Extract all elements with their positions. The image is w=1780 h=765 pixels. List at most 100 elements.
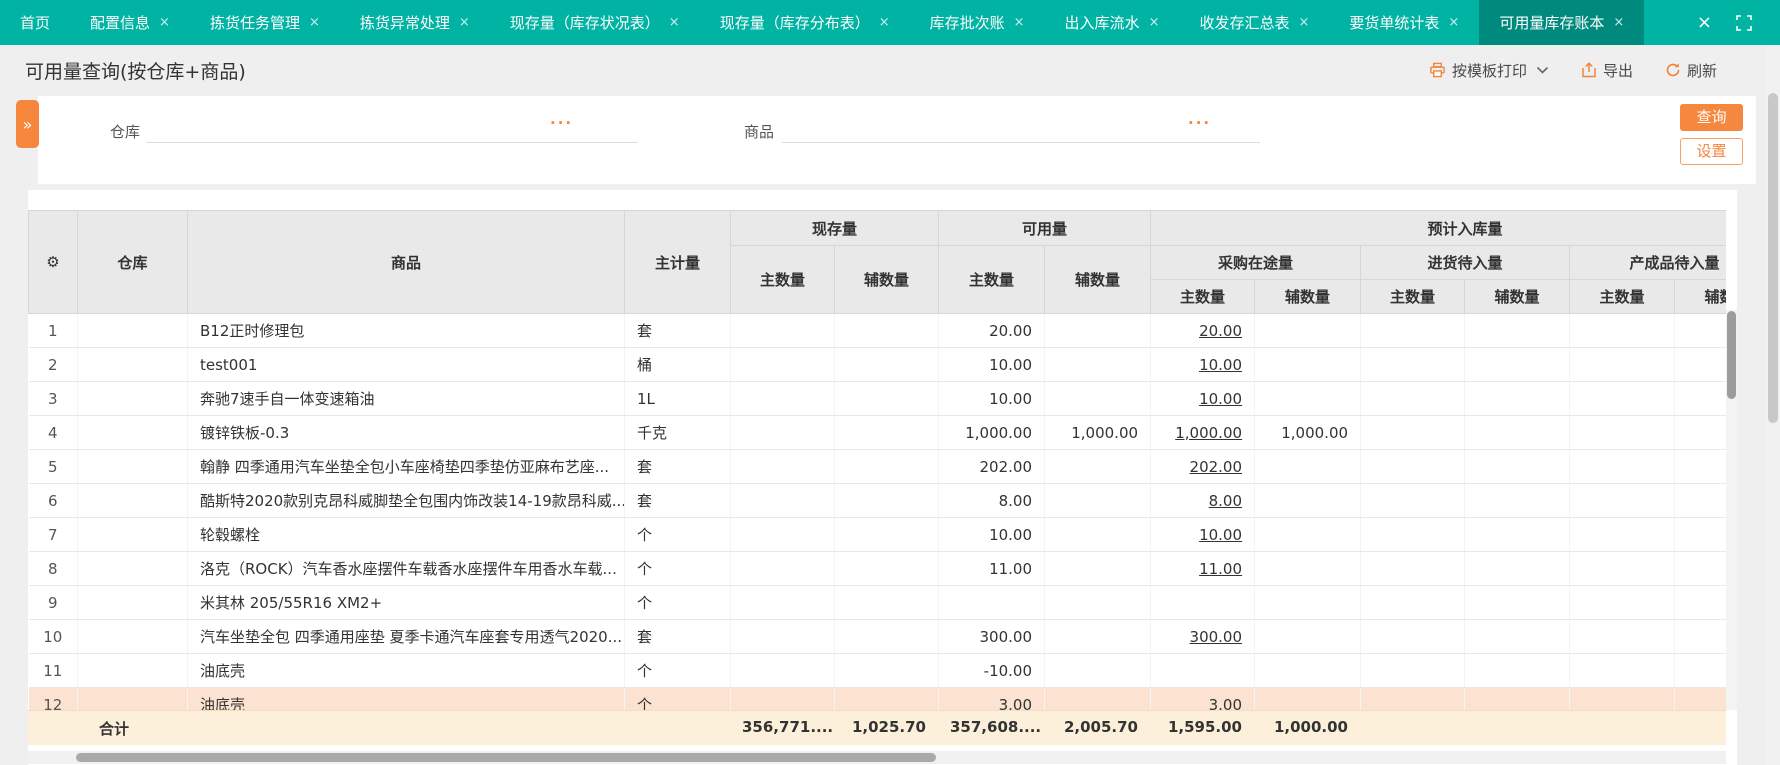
nav-tab[interactable]: 可用量库存账本 × <box>1479 0 1645 45</box>
col-header-purchase-main-qty[interactable]: 主数量 <box>1150 279 1256 314</box>
query-button[interactable]: 查询 <box>1680 104 1743 131</box>
col-header-finished-aux-qty[interactable]: 辅数量 <box>1674 279 1726 314</box>
nav-tab[interactable]: 收发存汇总表 × <box>1179 0 1329 45</box>
tab-close-icon[interactable]: × <box>1298 15 1309 30</box>
tab-close-icon[interactable]: × <box>459 15 470 30</box>
cell-finished-aux <box>1674 551 1726 586</box>
product-picker-ellipsis-button[interactable]: ··· <box>1188 114 1211 132</box>
page-scrollbar-thumb[interactable] <box>1768 93 1778 423</box>
col-group-expected-inbound[interactable]: 预计入库量 <box>1150 210 1726 246</box>
nav-tab[interactable]: 库存批次账 × <box>910 0 1045 45</box>
cell-existing-main <box>730 517 835 552</box>
table-row[interactable]: 7 轮毂螺栓个 10.00 10.00 <box>28 517 1726 552</box>
printer-icon <box>1429 62 1446 78</box>
fullscreen-icon[interactable] <box>1736 14 1752 31</box>
table-row[interactable]: 1 B12正时修理包套 20.00 20.00 <box>28 313 1726 348</box>
cell-purchase-main[interactable]: 10.00 <box>1150 381 1256 416</box>
cell-purchase-main[interactable]: 3.00 <box>1150 687 1256 710</box>
cell-incoming-main <box>1360 517 1466 552</box>
table-row[interactable]: 5 翰静 四季通用汽车坐垫全包小车座椅垫四季垫仿亚麻布艺座... 套 202.00 20… <box>28 449 1726 484</box>
tab-close-icon[interactable]: × <box>1448 15 1459 30</box>
horizontal-scrollbar-thumb[interactable] <box>76 753 936 762</box>
col-header-warehouse[interactable]: 仓库 <box>77 210 188 314</box>
cell-purchase-main[interactable]: 1,000.00 <box>1150 415 1256 450</box>
tab-close-icon[interactable]: × <box>159 15 170 30</box>
tabbar-actions: × <box>1687 0 1780 45</box>
print-dropdown-chevron-icon[interactable] <box>1536 66 1549 75</box>
table-row[interactable]: 8 洛克（ROCK）汽车香水座摆件车载香水座摆件车用香水车载... 个 11.00 11… <box>28 551 1726 586</box>
col-header-existing-main-qty[interactable]: 主数量 <box>730 245 835 314</box>
cell-available-aux <box>1044 449 1152 484</box>
table-body: 1 B12正时修理包套 20.00 20.00 2 test001 桶 10.00 10.00 3… <box>28 313 1726 710</box>
cell-finished-main <box>1569 585 1676 620</box>
col-group-incoming-pending[interactable]: 进货待入量 <box>1360 245 1571 280</box>
tab-close-icon[interactable]: × <box>1613 15 1624 30</box>
table-row[interactable]: 10 汽车坐垫全包 四季通用座垫 夏季卡通汽车座套专用透气2020... 套 300.… <box>28 619 1726 654</box>
tab-close-icon[interactable]: × <box>879 15 890 30</box>
col-header-finished-main-qty[interactable]: 主数量 <box>1569 279 1676 314</box>
tab-label: 出入库流水 <box>1064 14 1140 32</box>
col-header-incoming-main-qty[interactable]: 主数量 <box>1360 279 1466 314</box>
close-all-tabs-icon[interactable]: × <box>1697 13 1712 32</box>
cell-finished-main <box>1569 449 1676 484</box>
cell-existing-main <box>730 381 835 416</box>
cell-purchase-main[interactable]: 10.00 <box>1150 347 1256 382</box>
nav-tab[interactable]: 拣货异常处理 × <box>340 0 490 45</box>
refresh-button[interactable]: 刷新 <box>1665 60 1717 81</box>
cell-purchase-main[interactable]: 8.00 <box>1150 483 1256 518</box>
print-by-template-button[interactable]: 按模板打印 <box>1429 60 1527 81</box>
col-header-main-unit[interactable]: 主计量 <box>624 210 731 314</box>
tab-close-icon[interactable]: × <box>1014 15 1025 30</box>
col-header-available-main-qty[interactable]: 主数量 <box>938 245 1046 314</box>
cell-finished-aux <box>1674 585 1726 620</box>
nav-tab[interactable]: 现存量（库存状况表） × <box>490 0 700 45</box>
table-row[interactable]: 12 油底壳个 3.00 3.00 <box>28 687 1726 710</box>
col-group-finished-pending[interactable]: 产成品待入量 <box>1569 245 1726 280</box>
total-finished-main <box>1569 711 1674 745</box>
cell-existing-main <box>730 653 835 688</box>
cell-purchase-main[interactable]: 300.00 <box>1150 619 1256 654</box>
gear-icon[interactable]: ⚙ <box>46 253 59 271</box>
table-row[interactable]: 9 米其林 205/55R16 XM2+ 个 <box>28 585 1726 620</box>
settings-button[interactable]: 设置 <box>1680 138 1743 165</box>
tab-close-icon[interactable]: × <box>309 15 320 30</box>
table-row[interactable]: 6 酷斯特2020款别克昂科威脚垫全包围内饰改装14-19款昂科威... 套 8.00… <box>28 483 1726 518</box>
tab-close-icon[interactable]: × <box>1149 15 1160 30</box>
nav-tab[interactable]: 拣货任务管理 × <box>190 0 340 45</box>
col-header-incoming-aux-qty[interactable]: 辅数量 <box>1464 279 1571 314</box>
nav-tab[interactable]: 配置信息 × <box>70 0 190 45</box>
table-row[interactable]: 4 镀锌铁板-0.3 千克 1,000.00 1,000.00 1,000.00 1,000… <box>28 415 1726 450</box>
table-row[interactable]: 11 油底壳个 -10.00 <box>28 653 1726 688</box>
col-header-available-aux-qty[interactable]: 辅数量 <box>1044 245 1152 314</box>
cell-purchase-main[interactable]: 20.00 <box>1150 313 1256 348</box>
tab-close-icon[interactable]: × <box>669 15 680 30</box>
export-button[interactable]: 导出 <box>1581 60 1633 81</box>
col-group-available-qty[interactable]: 可用量 <box>938 210 1152 246</box>
cell-available-main <box>938 585 1046 620</box>
total-finished-aux <box>1674 711 1726 745</box>
table-row[interactable]: 3 奔驰7速手自一体变速箱油 1L 10.00 10.00 <box>28 381 1726 416</box>
col-header-existing-aux-qty[interactable]: 辅数量 <box>833 245 940 314</box>
nav-tab[interactable]: 现存量（库存分布表） × <box>700 0 910 45</box>
cell-product: 酷斯特2020款别克昂科威脚垫全包围内饰改装14-19款昂科威... <box>187 483 625 518</box>
cell-purchase-main[interactable]: 11.00 <box>1150 551 1256 586</box>
nav-tab[interactable]: 要货单统计表 × <box>1329 0 1479 45</box>
cell-purchase-aux <box>1254 551 1362 586</box>
cell-available-aux <box>1044 551 1152 586</box>
nav-tab[interactable]: 首页 <box>0 0 70 45</box>
filter-collapse-handle[interactable]: » <box>16 100 39 148</box>
col-header-purchase-aux-qty[interactable]: 辅数量 <box>1254 279 1362 314</box>
nav-tab[interactable]: 出入库流水 × <box>1045 0 1180 45</box>
col-group-existing-qty[interactable]: 现存量 <box>729 210 940 246</box>
table-row[interactable]: 2 test001 桶 10.00 10.00 <box>28 347 1726 382</box>
cell-purchase-main[interactable]: 202.00 <box>1150 449 1256 484</box>
warehouse-picker-ellipsis-button[interactable]: ··· <box>550 114 573 132</box>
cell-available-main: 3.00 <box>938 687 1046 710</box>
col-group-purchase-transit[interactable]: 采购在途量 <box>1150 245 1362 280</box>
col-header-product[interactable]: 商品 <box>187 210 625 314</box>
vertical-scrollbar-thumb[interactable] <box>1727 311 1736 399</box>
cell-purchase-main[interactable]: 10.00 <box>1150 517 1256 552</box>
cell-finished-aux <box>1674 313 1726 348</box>
cell-existing-aux <box>834 449 940 484</box>
cell-warehouse <box>77 653 188 688</box>
